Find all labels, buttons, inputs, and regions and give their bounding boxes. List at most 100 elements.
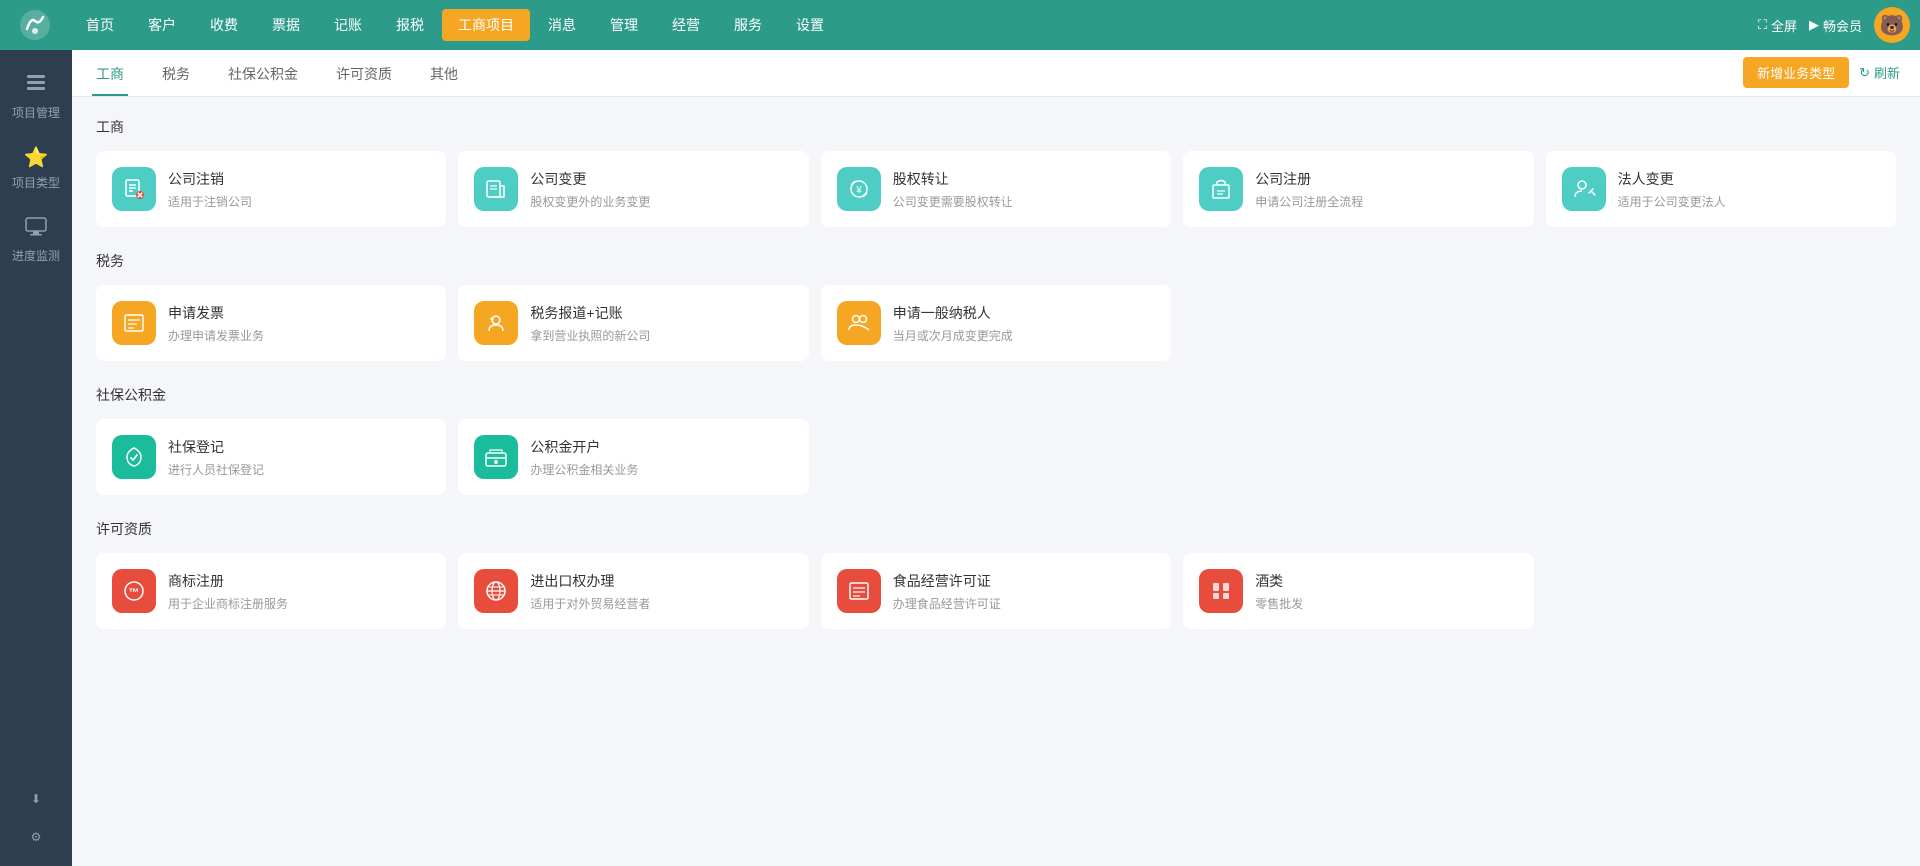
help-icon: ⚙ — [31, 830, 42, 844]
top-navigation: 首页 客户 收费 票据 记账 报税 工商项目 消息 管理 经营 服务 设置 ⛶ … — [0, 0, 1920, 50]
tab-tax[interactable]: 税务 — [158, 50, 194, 96]
card-tax-report[interactable]: 税务报道+记账 拿到营业执照的新公司 — [458, 285, 808, 361]
card-company-change[interactable]: 公司变更 股权变更外的业务变更 — [458, 151, 808, 227]
sidebar-item-project-type[interactable]: ⭐ 项目类型 — [0, 133, 72, 203]
svg-text:¥: ¥ — [855, 185, 862, 196]
user-avatar[interactable]: 🐻 — [1874, 7, 1910, 43]
liquor-text: 酒类 零售批发 — [1255, 571, 1303, 612]
food-license-text: 食品经营许可证 办理食品经营许可证 — [893, 571, 1001, 612]
tax-report-title: 税务报道+记账 — [530, 303, 650, 323]
refresh-label: 刷新 — [1874, 63, 1900, 82]
equity-transfer-desc: 公司变更需要股权转让 — [893, 193, 1013, 210]
star-icon: ⭐ — [24, 145, 49, 170]
nav-operation[interactable]: 经营 — [656, 9, 716, 41]
card-general-taxpayer[interactable]: 申请一般纳税人 当月或次月成变更完成 — [821, 285, 1171, 361]
vip-button[interactable]: ▶ 畅会员 — [1809, 16, 1862, 35]
vip-icon: ▶ — [1809, 17, 1819, 33]
legal-change-icon — [1562, 167, 1606, 211]
tax-report-icon — [474, 301, 518, 345]
card-liquor[interactable]: 酒类 零售批发 — [1183, 553, 1533, 629]
card-trademark[interactable]: ™ 商标注册 用于企业商标注册服务 — [96, 553, 446, 629]
company-change-desc: 股权变更外的业务变更 — [530, 193, 650, 210]
social-cards-grid: 社保登记 进行人员社保登记 公积金开户 — [96, 419, 1896, 495]
sidebar-help[interactable]: ⚙ — [0, 818, 72, 856]
sidebar-progress-label: 进度监测 — [12, 247, 60, 264]
import-export-desc: 适用于对外贸易经营者 — [530, 595, 650, 612]
nav-menu: 首页 客户 收费 票据 记账 报税 工商项目 消息 管理 经营 服务 设置 — [70, 9, 1758, 41]
equity-transfer-title: 股权转让 — [893, 169, 1013, 189]
company-register-title: 公司注册 — [1255, 169, 1363, 189]
business-cards-grid: 公司注销 适用于注销公司 公司变更 — [96, 151, 1896, 227]
refresh-icon: ↻ — [1859, 65, 1870, 81]
card-legal-change[interactable]: 法人变更 适用于公司变更法人 — [1546, 151, 1896, 227]
company-cancel-text: 公司注销 适用于注销公司 — [168, 169, 252, 210]
social-insurance-title: 社保登记 — [168, 437, 264, 457]
sidebar-item-progress[interactable]: 进度监测 — [0, 203, 72, 276]
svg-text:™: ™ — [129, 587, 140, 599]
card-company-register[interactable]: 公司注册 申请公司注册全流程 — [1183, 151, 1533, 227]
nav-service[interactable]: 服务 — [718, 9, 778, 41]
main-layout: 项目管理 ⭐ 项目类型 进度监测 ⬇ ⚙ — [0, 50, 1920, 866]
trademark-desc: 用于企业商标注册服务 — [168, 595, 288, 612]
nav-message[interactable]: 消息 — [532, 9, 592, 41]
trademark-title: 商标注册 — [168, 571, 288, 591]
social-insurance-icon — [112, 435, 156, 479]
card-housing-fund[interactable]: 公积金开户 办理公积金相关业务 — [458, 419, 808, 495]
legal-change-title: 法人变更 — [1618, 169, 1726, 189]
card-invoice-apply[interactable]: 申请发票 办理申请发票业务 — [96, 285, 446, 361]
sidebar: 项目管理 ⭐ 项目类型 进度监测 ⬇ ⚙ — [0, 50, 72, 866]
nav-management[interactable]: 管理 — [594, 9, 654, 41]
app-logo — [10, 9, 60, 41]
sidebar-item-project-management[interactable]: 项目管理 — [0, 60, 72, 133]
section-title-business: 工商 — [96, 117, 1896, 137]
company-cancel-title: 公司注销 — [168, 169, 252, 189]
list-icon — [25, 72, 47, 100]
add-business-type-button[interactable]: 新增业务类型 — [1743, 57, 1849, 88]
nav-customer[interactable]: 客户 — [132, 9, 192, 41]
card-import-export[interactable]: 进出口权办理 适用于对外贸易经营者 — [458, 553, 808, 629]
nav-accounting[interactable]: 记账 — [318, 9, 378, 41]
fullscreen-icon: ⛶ — [1758, 17, 1767, 33]
card-company-cancel[interactable]: 公司注销 适用于注销公司 — [96, 151, 446, 227]
tax-cards-grid: 申请发票 办理申请发票业务 税务报道+记账 — [96, 285, 1896, 361]
card-food-license[interactable]: 食品经营许可证 办理食品经营许可证 — [821, 553, 1171, 629]
tab-social-insurance[interactable]: 社保公积金 — [224, 50, 302, 96]
import-export-title: 进出口权办理 — [530, 571, 650, 591]
nav-home[interactable]: 首页 — [70, 9, 130, 41]
nav-business[interactable]: 工商项目 — [442, 9, 530, 41]
scroll-content[interactable]: 工商 — [72, 97, 1920, 866]
top-right-actions: ⛶ 全屏 ▶ 畅会员 🐻 — [1758, 7, 1910, 43]
vip-label: 畅会员 — [1823, 16, 1862, 35]
content-area: 工商 税务 社保公积金 许可资质 其他 新增业务类型 ↻ 刷新 工商 — [72, 50, 1920, 866]
import-export-icon — [474, 569, 518, 613]
invoice-apply-title: 申请发票 — [168, 303, 264, 323]
trademark-text: 商标注册 用于企业商标注册服务 — [168, 571, 288, 612]
invoice-apply-icon — [112, 301, 156, 345]
nav-settings[interactable]: 设置 — [780, 9, 840, 41]
nav-bill[interactable]: 票据 — [256, 9, 316, 41]
fullscreen-button[interactable]: ⛶ 全屏 — [1758, 16, 1797, 35]
card-equity-transfer[interactable]: ¥ 股权转让 公司变更需要股权转让 — [821, 151, 1171, 227]
sidebar-download[interactable]: ⬇ — [0, 780, 72, 818]
import-export-text: 进出口权办理 适用于对外贸易经营者 — [530, 571, 650, 612]
nav-tax[interactable]: 报税 — [380, 9, 440, 41]
company-cancel-desc: 适用于注销公司 — [168, 193, 252, 210]
equity-transfer-icon: ¥ — [837, 167, 881, 211]
tax-report-desc: 拿到营业执照的新公司 — [530, 327, 650, 344]
refresh-button[interactable]: ↻ 刷新 — [1859, 63, 1900, 82]
general-taxpayer-title: 申请一般纳税人 — [893, 303, 1013, 323]
section-title-license: 许可资质 — [96, 519, 1896, 539]
equity-transfer-text: 股权转让 公司变更需要股权转让 — [893, 169, 1013, 210]
nav-fee[interactable]: 收费 — [194, 9, 254, 41]
tab-business[interactable]: 工商 — [92, 50, 128, 96]
tab-other[interactable]: 其他 — [426, 50, 462, 96]
company-change-title: 公司变更 — [530, 169, 650, 189]
tab-license[interactable]: 许可资质 — [332, 50, 396, 96]
section-title-social: 社保公积金 — [96, 385, 1896, 405]
housing-fund-desc: 办理公积金相关业务 — [530, 461, 638, 478]
sidebar-project-management-label: 项目管理 — [12, 104, 60, 121]
card-social-insurance[interactable]: 社保登记 进行人员社保登记 — [96, 419, 446, 495]
liquor-icon — [1199, 569, 1243, 613]
housing-fund-text: 公积金开户 办理公积金相关业务 — [530, 437, 638, 478]
liquor-desc: 零售批发 — [1255, 595, 1303, 612]
